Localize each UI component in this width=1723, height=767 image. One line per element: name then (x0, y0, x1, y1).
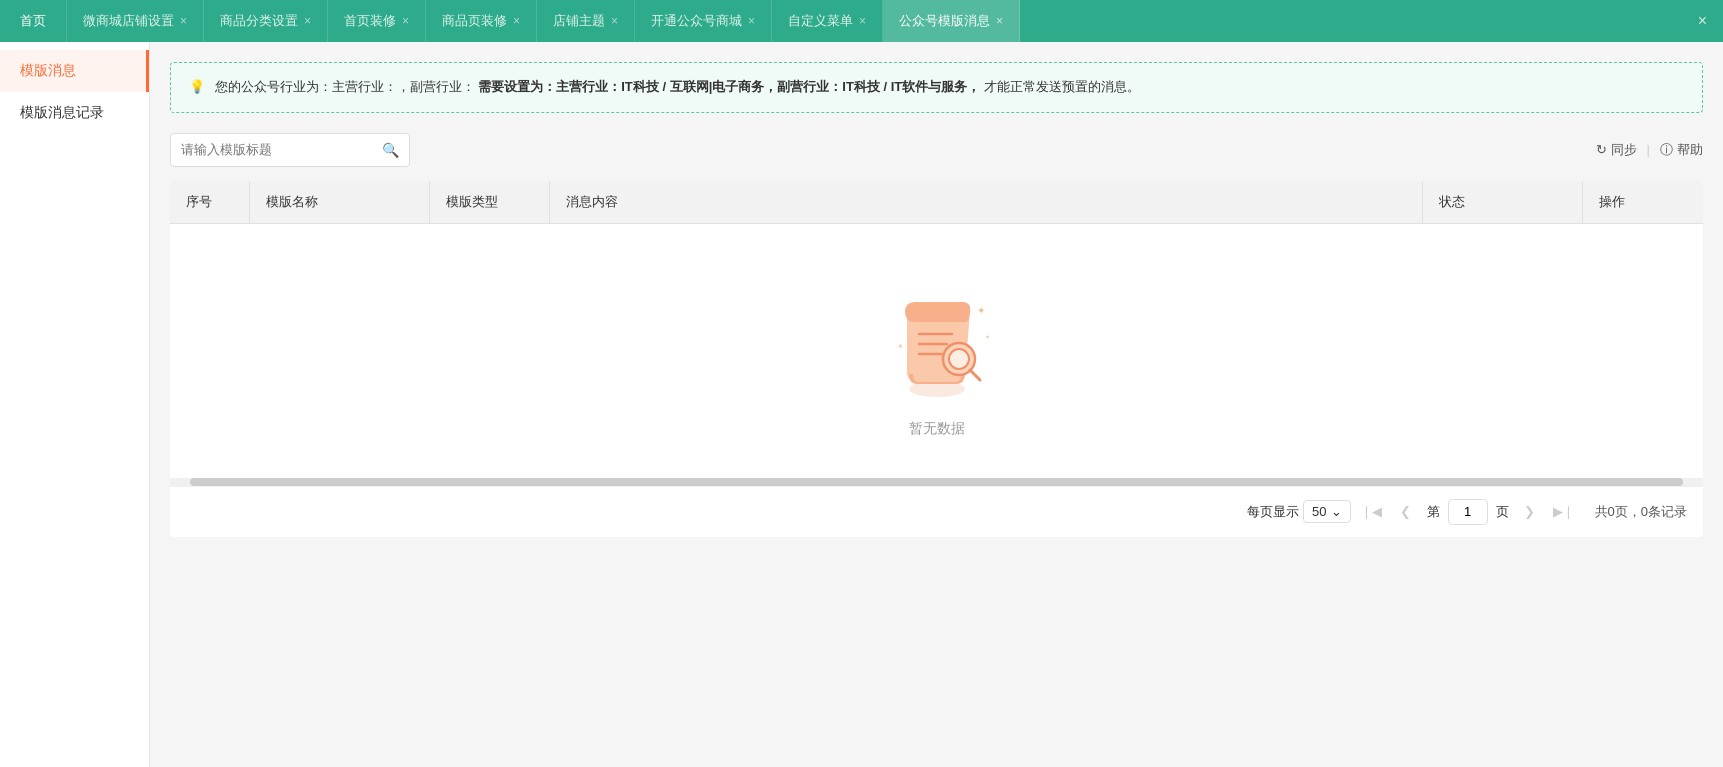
micro-store-label: 微商城店铺设置 (83, 12, 174, 30)
sync-icon: ↻ (1596, 142, 1607, 157)
total-info: 共0页，0条记录 (1595, 503, 1687, 521)
search-input[interactable] (181, 142, 382, 157)
product-category-label: 商品分类设置 (220, 12, 298, 30)
table-header: 序号 模版名称 模版类型 消息内容 状态 操作 (170, 181, 1703, 224)
product-decor-label: 商品页装修 (442, 12, 507, 30)
col-name: 模版名称 (250, 181, 430, 223)
page-size-value: 50 (1312, 504, 1326, 519)
content-area: 💡 您的公众号行业为：主营行业：，副营行业： 需要设置为：主营行业：IT科技 /… (150, 42, 1723, 767)
tab-home-decor[interactable]: 首页装修 × (328, 0, 426, 42)
prev-page-button[interactable]: ❮ (1393, 499, 1419, 525)
tab-home[interactable]: 首页 (0, 0, 67, 42)
horizontal-scrollbar[interactable] (170, 478, 1703, 486)
close-product-category[interactable]: × (304, 14, 311, 28)
close-custom-menu[interactable]: × (859, 14, 866, 28)
tab-product-decor[interactable]: 商品页装修 × (426, 0, 537, 42)
global-close-button[interactable]: × (1682, 12, 1723, 30)
svg-text:✦: ✦ (985, 334, 990, 340)
svg-line-6 (970, 370, 980, 380)
tab-product-category[interactable]: 商品分类设置 × (204, 0, 328, 42)
page-size-label: 每页显示 (1247, 503, 1299, 521)
col-status: 状态 (1423, 181, 1583, 223)
help-button[interactable]: ⓘ 帮助 (1660, 141, 1703, 159)
toolbar-divider: | (1647, 142, 1650, 157)
notice-banner: 💡 您的公众号行业为：主营行业：，副营行业： 需要设置为：主营行业：IT科技 /… (170, 62, 1703, 113)
close-home-decor[interactable]: × (402, 14, 409, 28)
toolbar-right: ↻ 同步 | ⓘ 帮助 (1596, 141, 1703, 159)
sidebar-item-template-record[interactable]: 模版消息记录 (0, 92, 149, 134)
col-index: 序号 (170, 181, 250, 223)
empty-state: ✦ ✦ ✦ 暂无数据 (170, 224, 1703, 478)
page-size-box[interactable]: 50 ⌄ (1303, 500, 1350, 523)
search-bar: 🔍 ↻ 同步 | ⓘ 帮助 (170, 133, 1703, 167)
help-label: 帮助 (1677, 141, 1703, 159)
close-store-theme[interactable]: × (611, 14, 618, 28)
notice-icon: 💡 (189, 79, 205, 94)
custom-menu-label: 自定义菜单 (788, 12, 853, 30)
col-type: 模版类型 (430, 181, 550, 223)
svg-point-5 (949, 349, 969, 369)
page-label-pre: 第 (1427, 503, 1440, 521)
main-layout: 模版消息 模版消息记录 💡 您的公众号行业为：主营行业：，副营行业： 需要设置为… (0, 42, 1723, 767)
search-icon[interactable]: 🔍 (382, 142, 399, 158)
tab-micro-store[interactable]: 微商城店铺设置 × (67, 0, 204, 42)
notice-text-after: 才能正常发送预置的消息。 (984, 79, 1140, 94)
empty-illustration: ✦ ✦ ✦ (877, 284, 997, 404)
first-page-button[interactable]: ❘◀ (1359, 499, 1385, 525)
search-input-wrap: 🔍 (170, 133, 410, 167)
sync-label: 同步 (1611, 141, 1637, 159)
help-icon: ⓘ (1660, 141, 1673, 159)
col-action: 操作 (1583, 181, 1703, 223)
tab-template-msg[interactable]: 公众号模版消息 × (883, 0, 1020, 42)
sync-button[interactable]: ↻ 同步 (1596, 141, 1637, 159)
next-page-button[interactable]: ❯ (1517, 499, 1543, 525)
svg-text:✦: ✦ (897, 342, 904, 351)
page-size-select: 每页显示 50 ⌄ (1247, 500, 1350, 523)
page-number-input[interactable] (1448, 499, 1488, 525)
scroll-thumb[interactable] (190, 478, 1683, 486)
col-content: 消息内容 (550, 181, 1423, 223)
home-tab-label: 首页 (20, 12, 46, 30)
empty-text: 暂无数据 (909, 420, 965, 438)
page-label-post: 页 (1496, 503, 1509, 521)
home-decor-label: 首页装修 (344, 12, 396, 30)
tab-store-theme[interactable]: 店铺主题 × (537, 0, 635, 42)
tab-custom-menu[interactable]: 自定义菜单 × (772, 0, 883, 42)
close-product-decor[interactable]: × (513, 14, 520, 28)
tab-open-mall[interactable]: 开通公众号商城 × (635, 0, 772, 42)
sidebar: 模版消息 模版消息记录 (0, 42, 150, 767)
close-open-mall[interactable]: × (748, 14, 755, 28)
sidebar-item-template-message[interactable]: 模版消息 (0, 50, 149, 92)
template-msg-label: 公众号模版消息 (899, 12, 990, 30)
svg-text:✦: ✦ (977, 305, 985, 316)
close-micro-store[interactable]: × (180, 14, 187, 28)
data-table: 序号 模版名称 模版类型 消息内容 状态 操作 (170, 181, 1703, 537)
pagination: 每页显示 50 ⌄ ❘◀ ❮ 第 页 ❯ ▶❘ 共0页，0条记录 (170, 486, 1703, 537)
close-template-msg[interactable]: × (996, 14, 1003, 28)
last-page-button[interactable]: ▶❘ (1551, 499, 1577, 525)
notice-text-before: 您的公众号行业为：主营行业：，副营行业： (215, 79, 475, 94)
page-size-chevron: ⌄ (1331, 504, 1342, 519)
store-theme-label: 店铺主题 (553, 12, 605, 30)
notice-text-highlight: 需要设置为：主营行业：IT科技 / 互联网|电子商务，副营行业：IT科技 / I… (478, 79, 980, 94)
tab-bar: 首页 微商城店铺设置 × 商品分类设置 × 首页装修 × 商品页装修 × 店铺主… (0, 0, 1723, 42)
open-mall-label: 开通公众号商城 (651, 12, 742, 30)
